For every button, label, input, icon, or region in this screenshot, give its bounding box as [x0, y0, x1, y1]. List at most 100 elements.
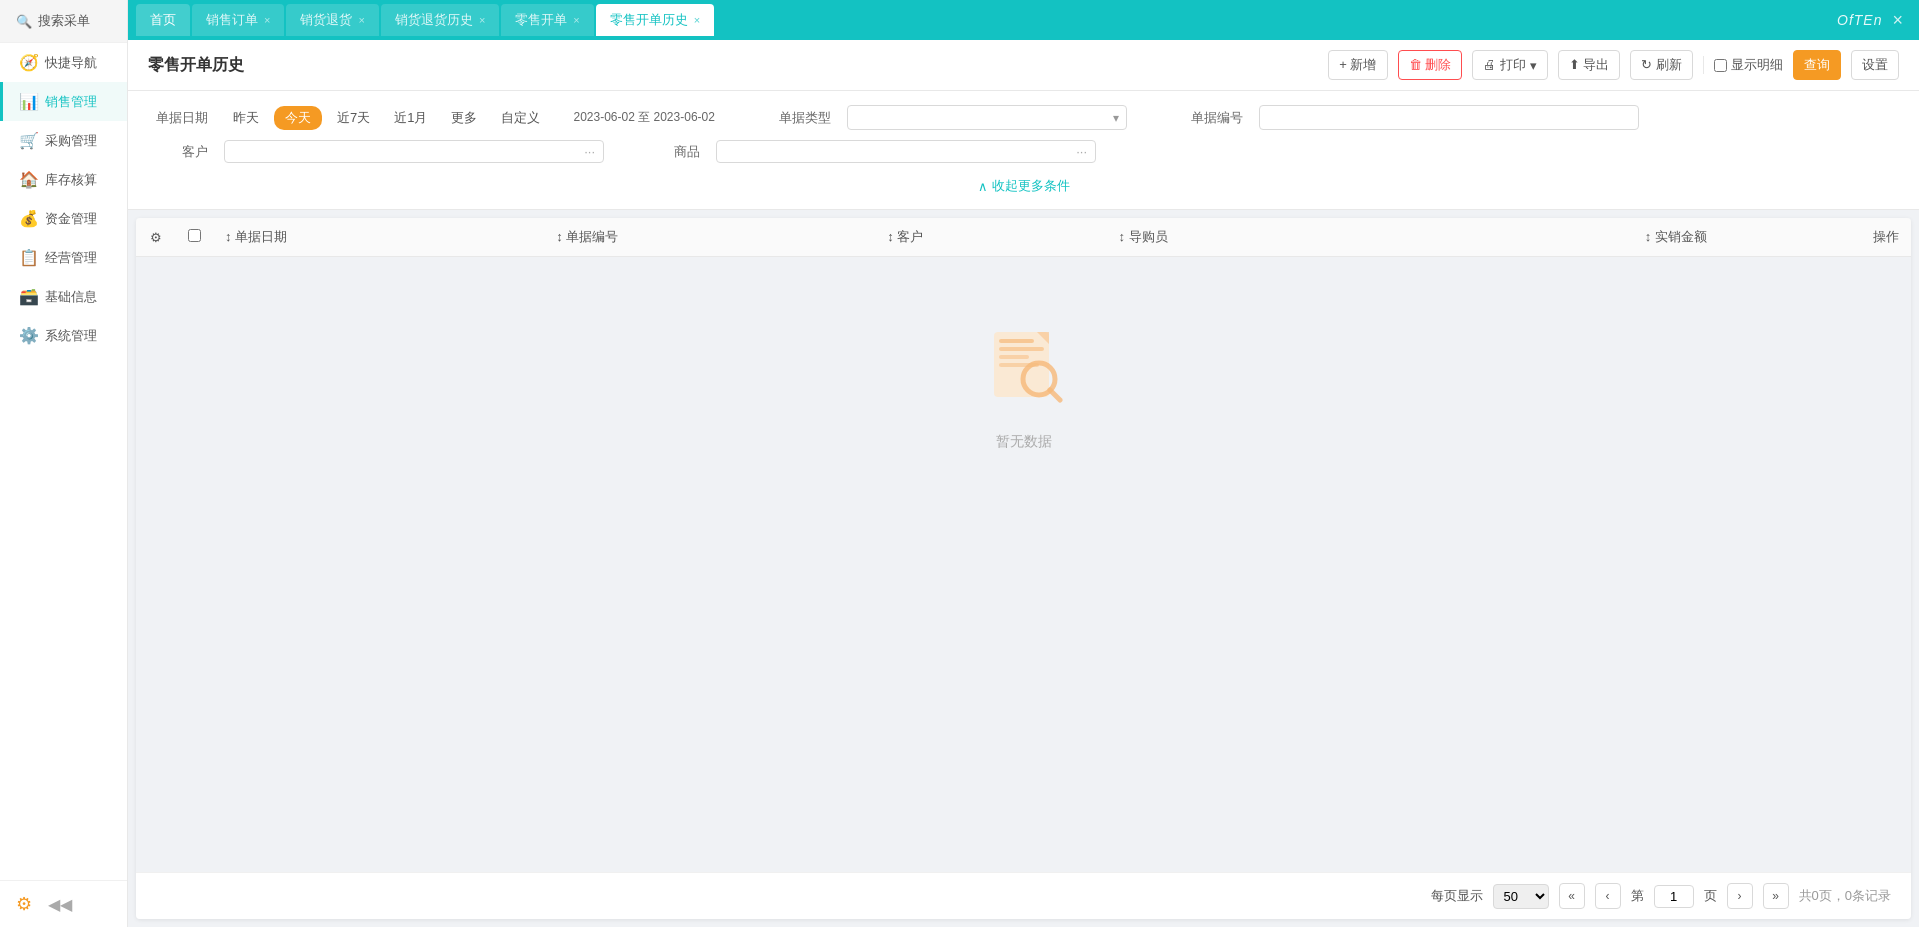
- doc-type-label: 单据类型: [771, 109, 831, 127]
- th-check[interactable]: [176, 218, 213, 257]
- product-input[interactable]: [725, 144, 1076, 159]
- sidebar-item-sys-mgmt[interactable]: ⚙️系统管理: [0, 316, 127, 355]
- quick-nav-icon: 🧭: [19, 53, 37, 72]
- page-title: 零售开单历史: [148, 55, 244, 76]
- sidebar-item-inventory[interactable]: 🏠库存核算: [0, 160, 127, 199]
- prev-page-btn[interactable]: ‹: [1595, 883, 1621, 909]
- purchase-mgmt-icon: 🛒: [19, 131, 37, 150]
- date-btn-更多[interactable]: 更多: [442, 106, 486, 130]
- doc-no-input[interactable]: [1259, 105, 1639, 130]
- sidebar-item-label-sys-mgmt: 系统管理: [45, 327, 97, 345]
- settings-icon[interactable]: ⚙: [16, 893, 32, 915]
- sidebar-item-operations[interactable]: 📋经营管理: [0, 238, 127, 277]
- collapse-icon: ∧: [978, 179, 988, 194]
- next-page-btn[interactable]: ›: [1727, 883, 1753, 909]
- window-close-btn[interactable]: ×: [1892, 10, 1903, 31]
- query-button[interactable]: 查询: [1793, 50, 1841, 80]
- sidebar-item-label-purchase-mgmt: 采购管理: [45, 132, 97, 150]
- tab-sales-order[interactable]: 销售订单 ×: [192, 4, 284, 36]
- tab-close-sales-return-history[interactable]: ×: [479, 14, 485, 26]
- tab-home[interactable]: 首页: [136, 4, 190, 36]
- tab-label-sales-return-history: 销货退货历史: [395, 11, 473, 29]
- date-btn-昨天[interactable]: 昨天: [224, 106, 268, 130]
- select-all-checkbox[interactable]: [188, 229, 201, 242]
- main-area: 首页销售订单×销货退货×销货退货历史×零售开单×零售开单历史× OfTEn × …: [128, 0, 1919, 927]
- sidebar-search[interactable]: 🔍 搜索采单: [0, 0, 127, 43]
- sidebar-item-label-sales-mgmt: 销售管理: [45, 93, 97, 111]
- product-ellipsis-btn[interactable]: ···: [1076, 144, 1087, 159]
- show-detail-checkbox[interactable]: [1714, 59, 1727, 72]
- date-buttons: 昨天今天近7天近1月更多自定义: [224, 106, 549, 130]
- tab-list: 首页销售订单×销货退货×销货退货历史×零售开单×零售开单历史×: [136, 4, 714, 36]
- doc-type-select[interactable]: [847, 105, 1127, 130]
- print-arrow-icon: ▾: [1530, 58, 1537, 73]
- doc-no-label: 单据编号: [1183, 109, 1243, 127]
- sidebar-item-sales-mgmt[interactable]: 📊销售管理: [0, 82, 127, 121]
- sidebar-search-label: 搜索采单: [38, 12, 90, 30]
- th-date-label: ↕ 单据日期: [225, 229, 287, 244]
- column-settings-icon[interactable]: ⚙: [150, 230, 162, 245]
- th-amount-label: ↕ 实销金额: [1645, 229, 1707, 244]
- date-btn-今天[interactable]: 今天: [274, 106, 322, 130]
- product-filter-label: 商品: [660, 143, 700, 161]
- th-amount: ↕ 实销金额: [1388, 218, 1719, 257]
- sidebar-item-finance[interactable]: 💰资金管理: [0, 199, 127, 238]
- th-settings[interactable]: ⚙: [136, 218, 176, 257]
- sidebar-item-label-base-info: 基础信息: [45, 288, 97, 306]
- tab-sales-return[interactable]: 销货退货×: [286, 4, 378, 36]
- sidebar-item-base-info[interactable]: 🗃️基础信息: [0, 277, 127, 316]
- tab-retail-history[interactable]: 零售开单历史 ×: [596, 4, 714, 36]
- sidebar-item-purchase-mgmt[interactable]: 🛒 采购管理: [0, 121, 127, 160]
- th-salesperson-label: ↕ 导购员: [1118, 229, 1167, 244]
- tab-retail-open[interactable]: 零售开单 ×: [501, 4, 593, 36]
- customer-input-wrapper[interactable]: ···: [224, 140, 604, 163]
- page-label-post: 页: [1704, 887, 1717, 905]
- tab-close-retail-history[interactable]: ×: [694, 14, 700, 26]
- delete-button[interactable]: 🗑 删除: [1398, 50, 1463, 80]
- tab-label-home: 首页: [150, 11, 176, 29]
- customer-filter-label: 客户: [148, 143, 208, 161]
- toolbar: + 新增 🗑 删除 🖨 打印 ▾ ⬆ 导出 ↻ 刷新 显示明细 查询 设置: [1328, 50, 1899, 80]
- print-button[interactable]: 🖨 打印 ▾: [1472, 50, 1548, 80]
- add-button[interactable]: + 新增: [1328, 50, 1387, 80]
- customer-input[interactable]: [233, 144, 584, 159]
- product-input-wrapper[interactable]: ···: [716, 140, 1096, 163]
- date-label: 单据日期: [148, 109, 208, 127]
- per-page-select[interactable]: 50 10 20 100: [1493, 884, 1549, 909]
- tab-close-sales-order[interactable]: ×: [264, 14, 270, 26]
- tab-label-sales-order: 销售订单: [206, 11, 258, 29]
- tab-sales-return-history[interactable]: 销货退货历史 ×: [381, 4, 499, 36]
- collapse-more-btn[interactable]: ∧ 收起更多条件: [148, 173, 1899, 199]
- date-btn-近1月[interactable]: 近1月: [385, 106, 436, 130]
- settings-filter-button[interactable]: 设置: [1851, 50, 1899, 80]
- th-customer-label: ↕ 客户: [887, 229, 923, 244]
- page-header: 零售开单历史 + 新增 🗑 删除 🖨 打印 ▾ ⬆ 导出 ↻ 刷新 显示明细 查…: [128, 40, 1919, 91]
- svg-rect-1: [999, 339, 1034, 343]
- date-btn-近7天[interactable]: 近7天: [328, 106, 379, 130]
- table-header-row: ⚙ ↕ 单据日期 ↕ 单据编号 ↕ 客户: [136, 218, 1911, 257]
- sidebar: 🔍 搜索采单 🧭快捷导航📊销售管理 🛒 采购管理 🏠库存核算💰资金管理📋经营管理🗃️基…: [0, 0, 128, 927]
- show-detail-label[interactable]: 显示明细: [1714, 56, 1783, 74]
- filter-area: 单据日期 昨天今天近7天近1月更多自定义 2023-06-02 至 2023-0…: [128, 91, 1919, 210]
- tab-close-retail-open[interactable]: ×: [573, 14, 579, 26]
- export-button[interactable]: ⬆ 导出: [1558, 50, 1621, 80]
- tab-label-retail-history: 零售开单历史: [610, 11, 688, 29]
- th-salesperson: ↕ 导购员: [1106, 218, 1387, 257]
- doc-type-select-wrapper: [847, 105, 1127, 130]
- last-page-btn[interactable]: »: [1763, 883, 1789, 909]
- collapse-label: 收起更多条件: [992, 177, 1070, 195]
- collapse-icon[interactable]: ◀◀: [48, 895, 72, 914]
- th-date: ↕ 单据日期: [213, 218, 544, 257]
- tab-close-sales-return[interactable]: ×: [358, 14, 364, 26]
- first-page-btn[interactable]: «: [1559, 883, 1585, 909]
- page-number-input[interactable]: [1654, 885, 1694, 908]
- sidebar-item-label-finance: 资金管理: [45, 210, 97, 228]
- date-btn-自定义[interactable]: 自定义: [492, 106, 549, 130]
- operations-icon: 📋: [19, 248, 37, 267]
- customer-ellipsis-btn[interactable]: ···: [584, 144, 595, 159]
- tab-label-retail-open: 零售开单: [515, 11, 567, 29]
- sidebar-item-quick-nav[interactable]: 🧭快捷导航: [0, 43, 127, 82]
- data-table: ⚙ ↕ 单据日期 ↕ 单据编号 ↕ 客户: [136, 218, 1911, 257]
- tab-bar-right: OfTEn ×: [1837, 10, 1911, 31]
- refresh-button[interactable]: ↻ 刷新: [1630, 50, 1693, 80]
